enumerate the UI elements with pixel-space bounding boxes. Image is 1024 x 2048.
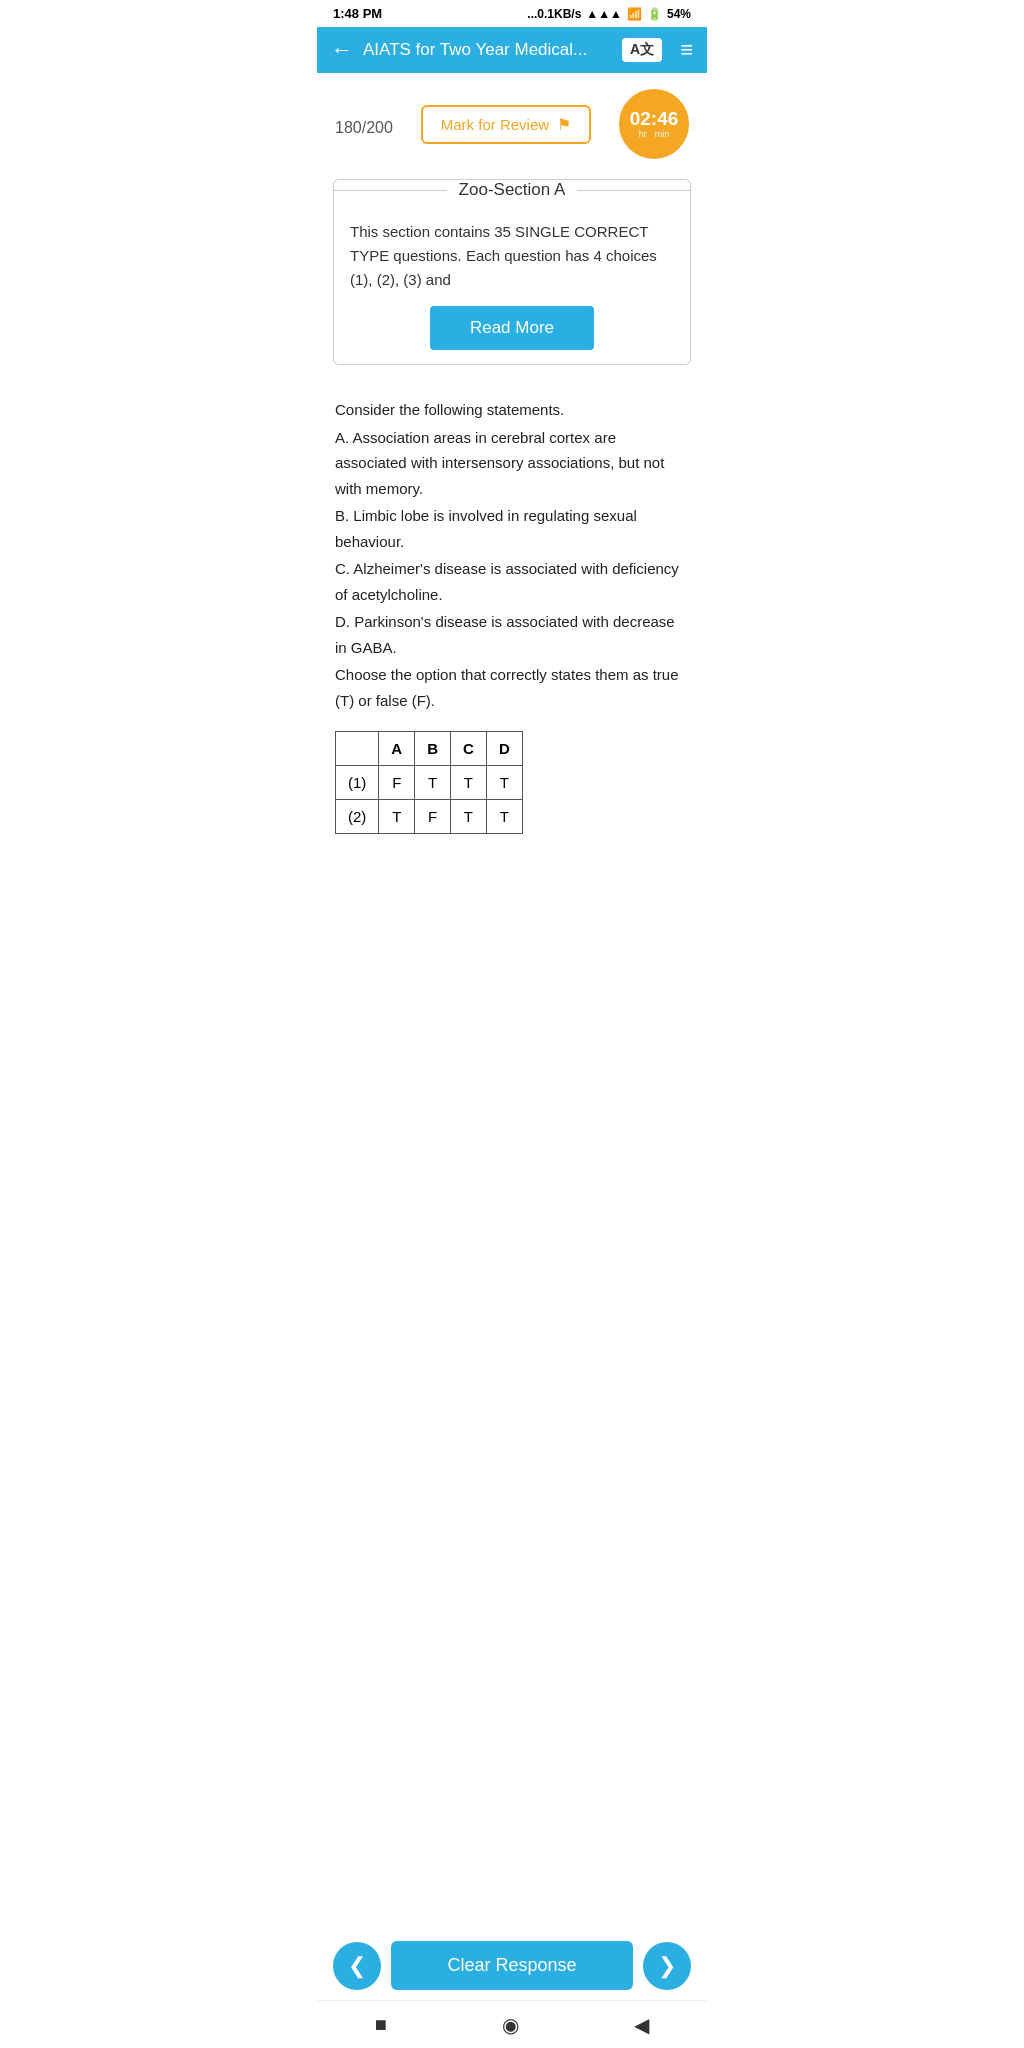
section-box: Zoo-Section A This section contains 35 S…	[333, 179, 691, 365]
back-button[interactable]: ←	[331, 37, 353, 63]
mark-review-button[interactable]: Mark for Review ⚑	[421, 105, 591, 144]
row1-d: T	[486, 766, 522, 800]
row1-label: (1)	[336, 766, 379, 800]
table-header-d: D	[486, 732, 522, 766]
network-status: ...0.1KB/s	[527, 7, 581, 21]
battery-icon: 🔋	[647, 7, 662, 21]
table-header-c: C	[451, 732, 487, 766]
question-number: 180/200	[335, 108, 393, 139]
question-text: Consider the following statements. A. As…	[317, 381, 707, 731]
row2-b: F	[415, 800, 451, 834]
answer-table: A B C D (1) F T T T (2) T F T T	[335, 731, 523, 834]
timer-display: 02:46 hr min	[619, 89, 689, 159]
top-nav: ← AIATS for Two Year Medical... A文 ≡	[317, 27, 707, 73]
menu-button[interactable]: ≡	[680, 37, 693, 63]
section-description: This section contains 35 SINGLE CORRECT …	[334, 210, 690, 292]
status-right: ...0.1KB/s ▲▲▲ 📶 🔋 54%	[527, 7, 691, 21]
flag-icon: ⚑	[557, 115, 571, 134]
read-more-button[interactable]: Read More	[430, 306, 594, 350]
table-row[interactable]: (1) F T T T	[336, 766, 523, 800]
battery-percent: 54%	[667, 7, 691, 21]
row1-c: T	[451, 766, 487, 800]
question-header: 180/200 Mark for Review ⚑ 02:46 hr min	[317, 73, 707, 169]
status-bar: 1:48 PM ...0.1KB/s ▲▲▲ 📶 🔋 54%	[317, 0, 707, 27]
translate-button[interactable]: A文	[622, 38, 662, 62]
timer-time: 02:46	[630, 109, 679, 130]
section-line-right	[577, 190, 690, 191]
row1-b: T	[415, 766, 451, 800]
row1-a: F	[379, 766, 415, 800]
row2-c: T	[451, 800, 487, 834]
status-time: 1:48 PM	[333, 6, 382, 21]
signal-icon: ▲▲▲	[586, 7, 622, 21]
table-header-row: A B C D	[336, 732, 523, 766]
section-line-left	[334, 190, 447, 191]
table-header-b: B	[415, 732, 451, 766]
table-header-empty	[336, 732, 379, 766]
timer-labels: hr min	[639, 129, 670, 139]
nav-title: AIATS for Two Year Medical...	[363, 40, 612, 60]
section-title: Zoo-Section A	[447, 180, 578, 200]
question-number-display: 180/200	[335, 108, 393, 140]
table-row[interactable]: (2) T F T T	[336, 800, 523, 834]
table-header-a: A	[379, 732, 415, 766]
row2-a: T	[379, 800, 415, 834]
section-title-wrap: Zoo-Section A	[334, 180, 690, 200]
wifi-icon: 📶	[627, 7, 642, 21]
mark-review-label: Mark for Review	[441, 116, 549, 133]
row2-d: T	[486, 800, 522, 834]
row2-label: (2)	[336, 800, 379, 834]
answer-table-wrap: A B C D (1) F T T T (2) T F T T	[317, 731, 707, 850]
